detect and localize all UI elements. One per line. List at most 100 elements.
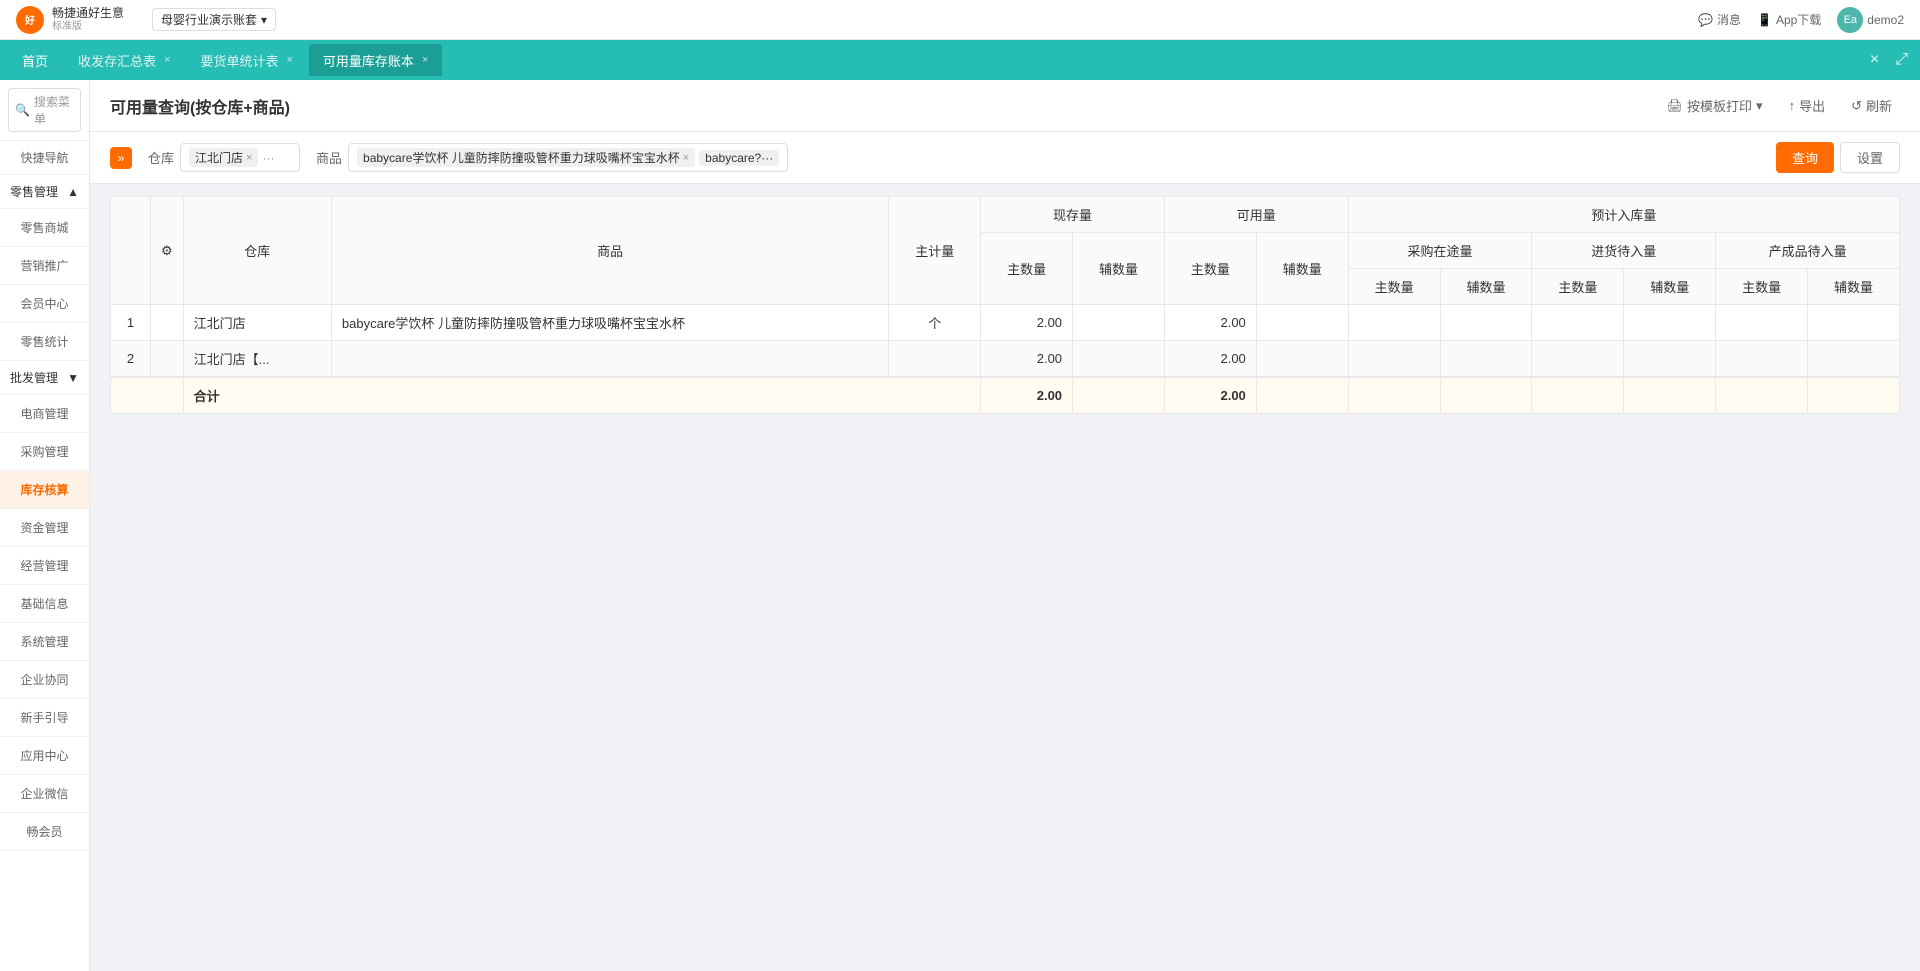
warehouse-filter-group: 仓库 江北门店 × ···: [148, 143, 300, 172]
th-arrival-main: 主数量: [1532, 269, 1624, 305]
cell-warehouse-1: 江北门店: [183, 305, 331, 341]
maximize-button[interactable]: ⤢: [1891, 47, 1912, 73]
warehouse-filter-label: 仓库: [148, 148, 174, 167]
sidebar-search: 🔍 搜索菜单: [0, 80, 89, 141]
cell-product-1: babycare学饮杯 儿童防摔防撞吸管杯重力球吸嘴杯宝宝水杯: [331, 305, 888, 341]
sidebar-item-wechat[interactable]: 企业微信: [0, 775, 89, 813]
sidebar-group-retail: 零售管理 ▲ 零售商城 营销推广 会员中心 零售统计: [0, 175, 89, 361]
tab-order-stats[interactable]: 要货单统计表 ×: [186, 44, 306, 76]
th-plan-in-group: 预计入库量: [1348, 197, 1899, 233]
close-all-tabs-button[interactable]: ×: [1866, 47, 1883, 73]
tab-available-ledger[interactable]: 可用量库存账本 ×: [309, 44, 442, 76]
refresh-button[interactable]: ↺ 刷新: [1843, 92, 1900, 119]
sidebar-item-system[interactable]: 系统管理: [0, 623, 89, 661]
th-current-main-qty: 主数量: [981, 233, 1073, 305]
chevron-up-icon: ▲: [67, 185, 79, 199]
th-unit: 主计量: [889, 197, 981, 305]
sidebar-item-retail-stats[interactable]: 零售统计: [0, 323, 89, 361]
product-filter-group: 商品 babycare学饮杯 儿童防摔防撞吸管杯重力球吸嘴杯宝宝水杯 × bab…: [316, 143, 788, 172]
sidebar-item-enterprise[interactable]: 企业协同: [0, 661, 89, 699]
tab-receive-summary[interactable]: 收发存汇总表 ×: [64, 44, 184, 76]
message-icon: 💬: [1698, 13, 1713, 27]
footer-avail-main: 2.00: [1164, 377, 1256, 414]
main-layout: 🔍 搜索菜单 快捷导航 零售管理 ▲ 零售商城 营销推广 会员中心 零售统计 批…: [0, 80, 1920, 971]
search-placeholder: 搜索菜单: [34, 93, 74, 127]
sidebar-item-marketing[interactable]: 营销推广: [0, 247, 89, 285]
tab-home[interactable]: 首页: [8, 44, 62, 76]
export-button[interactable]: ↑ 导出: [1781, 92, 1834, 119]
sidebar-group-retail-header[interactable]: 零售管理 ▲: [0, 175, 89, 209]
footer-current-main: 2.00: [981, 377, 1073, 414]
cell-product-aux-2: [1808, 341, 1900, 378]
message-label: 消息: [1717, 11, 1741, 28]
refresh-label: 刷新: [1866, 96, 1892, 115]
cell-row-no-2: 2: [111, 341, 151, 378]
sidebar-item-members[interactable]: 会员中心: [0, 285, 89, 323]
sidebar-item-operations[interactable]: 经营管理: [0, 547, 89, 585]
logo-icon: 好: [16, 6, 44, 34]
tab-receive-summary-close[interactable]: ×: [164, 54, 170, 66]
th-product-pending-group: 产成品待入量: [1716, 233, 1900, 269]
sidebar-item-retail-mall[interactable]: 零售商城: [0, 209, 89, 247]
refresh-icon: ↺: [1851, 98, 1862, 114]
th-current-stock-group: 现存量: [981, 197, 1165, 233]
product-tag1-close[interactable]: ×: [683, 152, 689, 164]
template-print-button[interactable]: 🖨 按模板打印 ▾: [1659, 92, 1771, 119]
th-purchase-aux: 辅数量: [1440, 269, 1532, 305]
search-menu-button[interactable]: 🔍 搜索菜单: [8, 88, 81, 132]
th-product-aux: 辅数量: [1808, 269, 1900, 305]
message-button[interactable]: 💬 消息: [1698, 11, 1741, 28]
user-profile[interactable]: Ea demo2: [1837, 7, 1904, 33]
footer-total-label: 合计: [183, 377, 981, 414]
sidebar-item-finance[interactable]: 资金管理: [0, 509, 89, 547]
product-filter-input[interactable]: babycare学饮杯 儿童防摔防撞吸管杯重力球吸嘴杯宝宝水杯 × babyca…: [348, 143, 788, 172]
warehouse-filter-input[interactable]: 江北门店 × ···: [180, 143, 300, 172]
cell-purchase-aux-1: [1440, 305, 1532, 341]
th-available-group: 可用量: [1164, 197, 1348, 233]
nav-tab-actions: × ⤢: [1866, 47, 1912, 73]
warehouse-tag: 江北门店 ×: [189, 148, 258, 167]
org-selector[interactable]: 母婴行业演示账套 ▾: [152, 8, 276, 31]
warehouse-tag-close[interactable]: ×: [246, 152, 252, 164]
tab-available-ledger-label: 可用量库存账本: [323, 51, 414, 70]
th-available-main-qty: 主数量: [1164, 233, 1256, 305]
cell-current-main-1: 2.00: [981, 305, 1073, 341]
sidebar-item-basic[interactable]: 基础信息: [0, 585, 89, 623]
chevron-down-icon: ▾: [261, 13, 267, 27]
th-purchase-in-transit-group: 采购在途量: [1348, 233, 1532, 269]
product-tag-2: babycare?···: [699, 150, 779, 166]
filter-expand-button[interactable]: »: [110, 147, 132, 169]
th-purchase-main: 主数量: [1348, 269, 1440, 305]
cell-purchase-main-1: [1348, 305, 1440, 341]
export-label: 导出: [1799, 96, 1825, 115]
avatar: Ea: [1837, 7, 1863, 33]
cell-current-main-2: 2.00: [981, 341, 1073, 378]
sidebar-group-wholesale-header[interactable]: 批发管理 ▼: [0, 361, 89, 395]
search-icon: 🔍: [15, 103, 30, 117]
cell-arrival-aux-2: [1624, 341, 1716, 378]
sidebar-item-appstore[interactable]: 应用中心: [0, 737, 89, 775]
sidebar-item-purchase[interactable]: 采购管理: [0, 433, 89, 471]
cell-avail-main-2: 2.00: [1164, 341, 1256, 378]
settings-button[interactable]: 设置: [1840, 142, 1900, 173]
footer-product-main: [1716, 377, 1808, 414]
sidebar-item-quick-nav[interactable]: 快捷导航: [0, 141, 89, 175]
cell-arrival-main-1: [1532, 305, 1624, 341]
table-row: 2 江北门店【... 2.00 2.00: [111, 341, 1900, 378]
settings-gear-icon[interactable]: ⚙: [161, 243, 173, 258]
chevron-down-icon: ▼: [67, 371, 79, 385]
query-button[interactable]: 查询: [1776, 142, 1834, 173]
sidebar-item-newbie[interactable]: 新手引导: [0, 699, 89, 737]
th-row-no: [111, 197, 151, 305]
sidebar-item-inventory[interactable]: 库存核算: [0, 471, 89, 509]
cell-purchase-main-2: [1348, 341, 1440, 378]
sidebar-item-member[interactable]: 畅会员: [0, 813, 89, 851]
warehouse-filter-more[interactable]: ···: [262, 151, 274, 165]
nav-tabs: 首页 收发存汇总表 × 要货单统计表 × 可用量库存账本 × × ⤢: [0, 40, 1920, 80]
tab-available-ledger-close[interactable]: ×: [422, 54, 428, 66]
tab-order-stats-close[interactable]: ×: [286, 54, 292, 66]
app-download-button[interactable]: 📱 App下载: [1757, 11, 1821, 28]
sidebar-item-ecommerce[interactable]: 电商管理: [0, 395, 89, 433]
th-product-main: 主数量: [1716, 269, 1808, 305]
cell-warehouse-2: 江北门店【...: [183, 341, 331, 378]
